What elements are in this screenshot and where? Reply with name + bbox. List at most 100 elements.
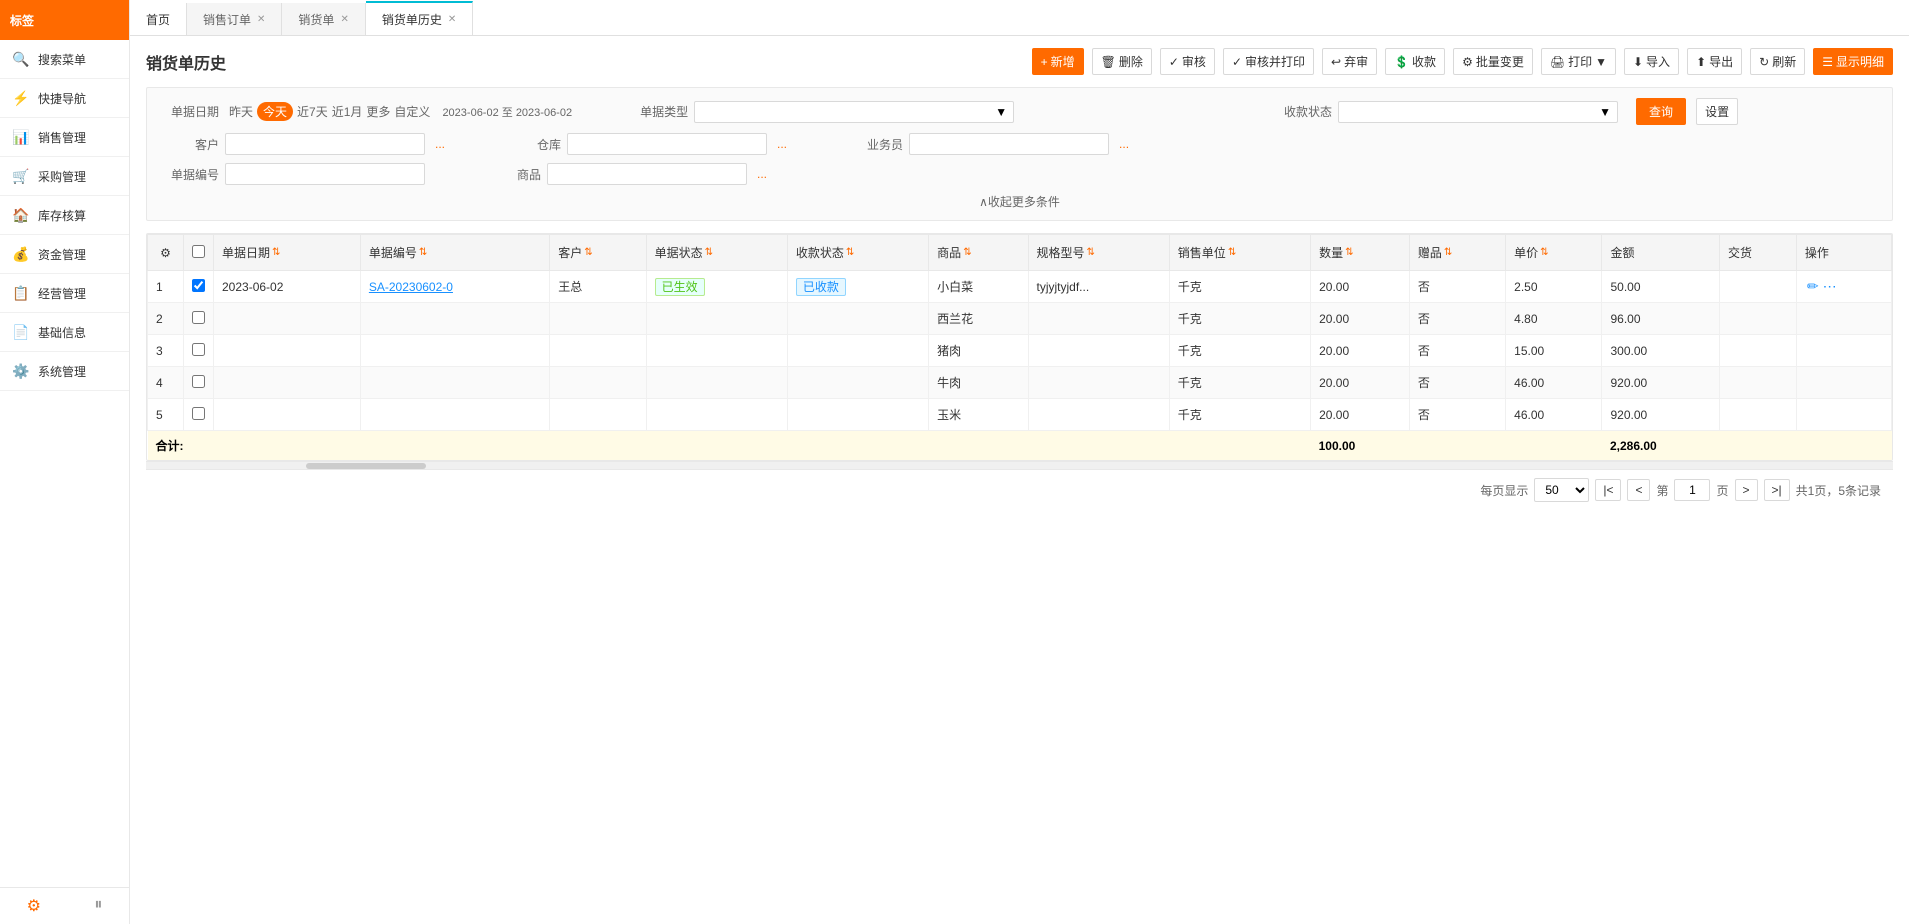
purchase-icon: 🛒 bbox=[12, 167, 30, 185]
col-spec[interactable]: 规格型号⇅ bbox=[1028, 235, 1169, 271]
toolbar: + 新增 🗑 删除 ✓ 审核 ✓ 审核并打印 ↩ 弃审 bbox=[1032, 48, 1893, 75]
cell-spec bbox=[1028, 335, 1169, 367]
cell-transaction bbox=[1719, 399, 1796, 431]
first-page-button[interactable]: |< bbox=[1595, 479, 1621, 501]
col-order-no[interactable]: 单据编号⇅ bbox=[360, 235, 549, 271]
col-gift[interactable]: 赠品⇅ bbox=[1409, 235, 1505, 271]
refresh-button[interactable]: ↻ 刷新 bbox=[1750, 48, 1805, 75]
show-detail-button[interactable]: ☰ 显示明细 bbox=[1813, 48, 1893, 75]
export-button[interactable]: ⬆ 导出 bbox=[1687, 48, 1742, 75]
cell-action[interactable] bbox=[1796, 335, 1891, 367]
sidebar-item-quick-nav[interactable]: ⚡ 快捷导航 bbox=[0, 79, 129, 118]
shortcut-7days[interactable]: 近7天 bbox=[297, 103, 328, 120]
col-status[interactable]: 单据状态⇅ bbox=[646, 235, 787, 271]
col-date[interactable]: 单据日期⇅ bbox=[214, 235, 361, 271]
warehouse-input[interactable] bbox=[567, 133, 767, 155]
shortcut-custom[interactable]: 自定义 bbox=[394, 103, 430, 120]
cell-action[interactable] bbox=[1796, 399, 1891, 431]
collect-button[interactable]: 💲 收款 bbox=[1385, 48, 1445, 75]
select-all-checkbox[interactable] bbox=[192, 245, 205, 258]
col-action: 操作 bbox=[1796, 235, 1891, 271]
shortcut-1month[interactable]: 近1月 bbox=[332, 103, 363, 120]
batch-change-button[interactable]: ⚙ 批量变更 bbox=[1453, 48, 1533, 75]
cell-amount: 920.00 bbox=[1602, 367, 1720, 399]
cell-amount: 96.00 bbox=[1602, 303, 1720, 335]
orderno-input[interactable] bbox=[225, 163, 425, 185]
qty-sort-icon: ⇅ bbox=[1345, 247, 1353, 258]
sidebar-item-search[interactable]: 🔍 搜索菜单 bbox=[0, 40, 129, 79]
customer-label: 客户 bbox=[159, 136, 219, 153]
salesman-ellipsis[interactable]: ... bbox=[1119, 137, 1129, 151]
filter-type-item: 单据类型 ▼ bbox=[628, 101, 1236, 123]
cell-spec: tyjyjtyjdf... bbox=[1028, 271, 1169, 303]
per-page-select[interactable]: 50 100 200 bbox=[1534, 478, 1589, 502]
salesman-input[interactable] bbox=[909, 133, 1109, 155]
edit-icon[interactable]: ✏ bbox=[1807, 278, 1819, 294]
sidebar-item-purchase[interactable]: 🛒 采购管理 bbox=[0, 157, 129, 196]
sidebar-settings-icon[interactable]: ⚙ bbox=[27, 896, 41, 916]
col-price[interactable]: 单价⇅ bbox=[1506, 235, 1602, 271]
horizontal-scrollbar[interactable] bbox=[146, 461, 1893, 469]
tab-sales-history[interactable]: 销货单历史 ✕ bbox=[366, 1, 473, 35]
col-goods[interactable]: 商品⇅ bbox=[929, 235, 1028, 271]
query-button[interactable]: 查询 bbox=[1636, 98, 1686, 125]
col-payment-status[interactable]: 收款状态⇅ bbox=[787, 235, 928, 271]
cell-action[interactable] bbox=[1796, 367, 1891, 399]
cell-checkbox[interactable] bbox=[184, 399, 214, 431]
settings-button[interactable]: 设置 bbox=[1696, 98, 1738, 125]
page-number-input[interactable] bbox=[1674, 479, 1710, 501]
new-button[interactable]: + 新增 bbox=[1032, 48, 1084, 75]
sidebar-item-inventory[interactable]: 🏠 库存核算 bbox=[0, 196, 129, 235]
sidebar-item-sales[interactable]: 📊 销售管理 bbox=[0, 118, 129, 157]
tab-sales-history-close[interactable]: ✕ bbox=[448, 14, 456, 25]
sidebar-item-system[interactable]: ⚙️ 系统管理 bbox=[0, 352, 129, 391]
cell-checkbox[interactable] bbox=[184, 367, 214, 399]
review-print-button[interactable]: ✓ 审核并打印 bbox=[1223, 48, 1314, 75]
cell-goods: 西兰花 bbox=[929, 303, 1028, 335]
type-select[interactable]: ▼ bbox=[694, 101, 1014, 123]
goods-input[interactable] bbox=[547, 163, 747, 185]
shortcut-today[interactable]: 今天 bbox=[257, 102, 293, 121]
cell-gift: 否 bbox=[1409, 399, 1505, 431]
cell-checkbox[interactable] bbox=[184, 271, 214, 303]
cell-goods: 玉米 bbox=[929, 399, 1028, 431]
review-button[interactable]: ✓ 审核 bbox=[1160, 48, 1215, 75]
col-qty[interactable]: 数量⇅ bbox=[1311, 235, 1410, 271]
warehouse-ellipsis[interactable]: ... bbox=[777, 137, 787, 151]
cell-checkbox[interactable] bbox=[184, 303, 214, 335]
import-button[interactable]: ⬇ 导入 bbox=[1624, 48, 1679, 75]
abandon-button[interactable]: ↩ 弃审 bbox=[1322, 48, 1377, 75]
sidebar-collapse-icon[interactable]: ⏸ bbox=[94, 896, 102, 916]
sidebar-item-label: 销售管理 bbox=[38, 129, 86, 146]
col-settings[interactable]: ⚙ bbox=[148, 235, 184, 271]
next-page-button[interactable]: > bbox=[1735, 479, 1758, 501]
sidebar-item-finance[interactable]: 💰 资金管理 bbox=[0, 235, 129, 274]
collapse-button[interactable]: ∧ 收起更多条件 bbox=[159, 193, 1880, 210]
col-customer[interactable]: 客户⇅ bbox=[550, 235, 646, 271]
cell-action[interactable] bbox=[1796, 303, 1891, 335]
last-page-button[interactable]: >| bbox=[1764, 479, 1790, 501]
customer-input[interactable] bbox=[225, 133, 425, 155]
tab-sales-goods-close[interactable]: ✕ bbox=[340, 14, 348, 25]
tab-sales-goods[interactable]: 销货单 ✕ bbox=[282, 3, 365, 35]
tab-sales-order[interactable]: 销售订单 ✕ bbox=[187, 3, 282, 35]
tab-sales-order-close[interactable]: ✕ bbox=[257, 14, 265, 25]
review-print-icon: ✓ bbox=[1232, 55, 1242, 69]
cell-action[interactable]: ✏⋯ bbox=[1796, 271, 1891, 303]
payment-select[interactable]: ▼ bbox=[1338, 101, 1618, 123]
print-button[interactable]: 🖨 打印 ▼ bbox=[1541, 48, 1616, 75]
tab-home[interactable]: 首页 bbox=[130, 3, 187, 35]
shortcut-more[interactable]: 更多 bbox=[366, 103, 390, 120]
customer-ellipsis[interactable]: ... bbox=[435, 137, 445, 151]
goods-ellipsis[interactable]: ... bbox=[757, 167, 767, 181]
cell-checkbox[interactable] bbox=[184, 335, 214, 367]
sidebar-item-operations[interactable]: 📋 经营管理 bbox=[0, 274, 129, 313]
prev-page-button[interactable]: < bbox=[1627, 479, 1650, 501]
cell-seq: 2 bbox=[148, 303, 184, 335]
col-unit[interactable]: 销售单位⇅ bbox=[1169, 235, 1310, 271]
more-icon[interactable]: ⋯ bbox=[1823, 278, 1837, 294]
delete-button[interactable]: 🗑 删除 bbox=[1092, 48, 1152, 75]
total-end bbox=[1719, 431, 1891, 461]
sidebar-item-basic-info[interactable]: 📄 基础信息 bbox=[0, 313, 129, 352]
shortcut-yesterday[interactable]: 昨天 bbox=[229, 103, 253, 120]
